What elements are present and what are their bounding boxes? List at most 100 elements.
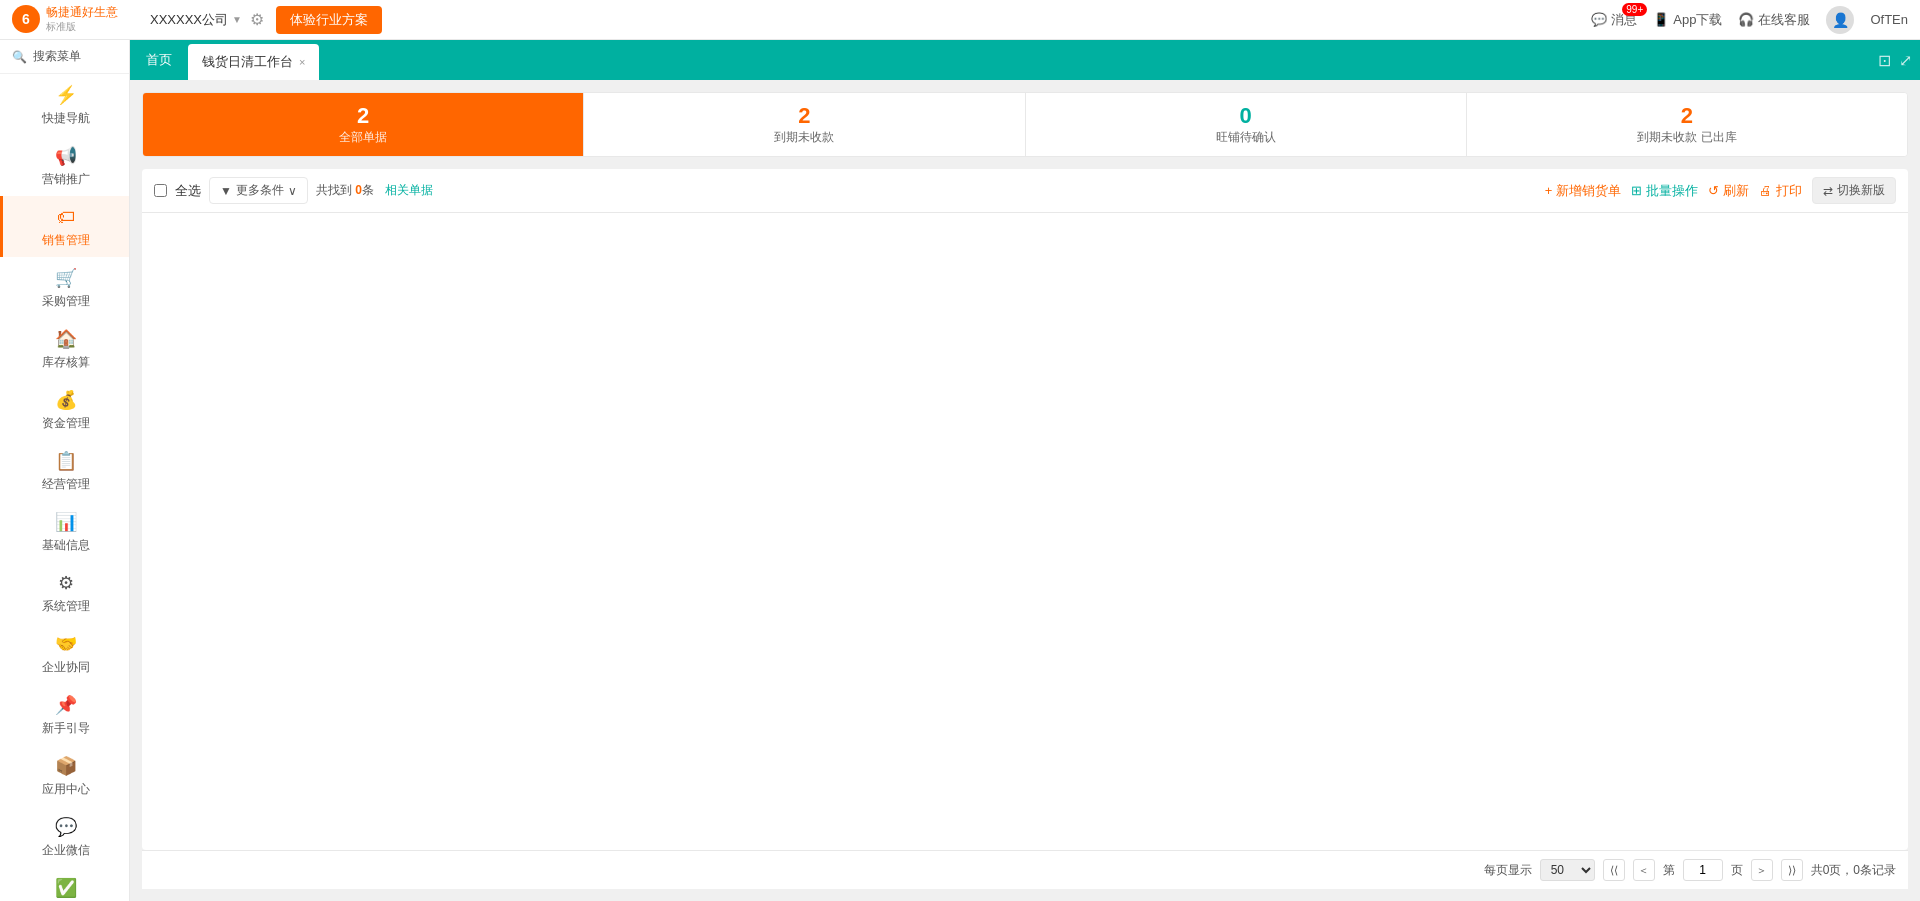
toolbar-right: + 新增销货单 ⊞ 批量操作 ↺ 刷新 🖨 打印 ⇄: [1545, 177, 1896, 204]
chevron-icon: ∨: [288, 184, 297, 198]
company-selector[interactable]: XXXXXX公司 ▼: [150, 11, 242, 29]
page-total: 共0页，0条记录: [1811, 862, 1896, 879]
stats-tabs: 2 全部单据 2 到期未收款 0 旺铺待确认 2 到期未收款 已出库: [142, 92, 1908, 157]
refresh-icon: ↺: [1708, 183, 1719, 198]
tab-close-icon[interactable]: ×: [299, 56, 305, 68]
switch-version-button[interactable]: ⇄ 切换新版: [1812, 177, 1896, 204]
username-area[interactable]: OfTEn: [1870, 12, 1908, 27]
check-icon: ✅: [55, 877, 77, 899]
select-all-checkbox[interactable]: [154, 184, 167, 197]
next-page-button[interactable]: ＞: [1751, 859, 1773, 881]
logo-texts: 畅捷通好生意 标准版: [46, 5, 118, 33]
filter-label: 更多条件: [236, 182, 284, 199]
topbar-right: 💬 消息 99+ 📱 App下载 🎧 在线客服 👤 OfTEn: [1591, 6, 1908, 34]
app-label: App下载: [1673, 11, 1722, 29]
stat-label-pending: 旺铺待确认: [1216, 129, 1276, 146]
sidebar-item-label: 库存核算: [42, 354, 90, 371]
chat-icon: 💬: [55, 816, 77, 838]
sidebar-item-app-center[interactable]: 📦 应用中心: [0, 745, 129, 806]
page-input[interactable]: [1683, 859, 1723, 881]
switch-label: 切换新版: [1837, 182, 1885, 199]
sidebar-item-finance[interactable]: 💰 资金管理: [0, 379, 129, 440]
sidebar-item-base-info[interactable]: 📊 基础信息: [0, 501, 129, 562]
last-page-button[interactable]: ⟩⟩: [1781, 859, 1803, 881]
print-button[interactable]: 🖨 打印: [1759, 182, 1802, 200]
chart-icon: 📊: [55, 511, 77, 533]
sidebar-item-member[interactable]: ✅ 畅会员: [0, 867, 129, 901]
sidebar-item-system[interactable]: ⚙ 系统管理: [0, 562, 129, 623]
stat-tab-overdue-shipped[interactable]: 2 到期未收款 已出库: [1467, 93, 1907, 156]
sidebar-item-label: 应用中心: [42, 781, 90, 798]
sidebar-item-cooperation[interactable]: 🤝 企业协同: [0, 623, 129, 684]
table-area: [142, 213, 1908, 850]
sidebar-item-label: 企业微信: [42, 842, 90, 859]
tab-home[interactable]: 首页: [130, 40, 188, 80]
chevron-down-icon: ▼: [232, 14, 242, 25]
batch-label: 批量操作: [1646, 182, 1698, 200]
sidebar-item-label: 采购管理: [42, 293, 90, 310]
found-text: 共找到 0条: [316, 182, 377, 199]
sidebar-item-marketing[interactable]: 📢 营销推广: [0, 135, 129, 196]
pagination: 每页显示 10 20 50 100 ⟨⟨ ＜ 第 页 ＞ ⟩⟩ 共0页，0条记录: [142, 850, 1908, 889]
add-sale-button[interactable]: + 新增销货单: [1545, 182, 1621, 200]
support-button[interactable]: 🎧 在线客服: [1738, 11, 1810, 29]
cart-icon: 🛒: [55, 267, 77, 289]
batch-icon: ⊞: [1631, 183, 1642, 198]
prev-page-button[interactable]: ＜: [1633, 859, 1655, 881]
sidebar-item-label: 快捷导航: [42, 110, 90, 127]
sidebar-item-label: 新手引导: [42, 720, 90, 737]
sidebar-item-quick-nav[interactable]: ⚡ 快捷导航: [0, 74, 129, 135]
company-name: XXXXXX公司: [150, 11, 228, 29]
message-badge: 99+: [1622, 3, 1647, 16]
filter-button[interactable]: ▼ 更多条件 ∨: [209, 177, 308, 204]
sidebar-item-sales[interactable]: 🏷 销售管理: [0, 196, 129, 257]
sidebar-item-label: 资金管理: [42, 415, 90, 432]
tab-label: 钱货日清工作台: [202, 53, 293, 71]
batch-button[interactable]: ⊞ 批量操作: [1631, 182, 1698, 200]
message-button[interactable]: 💬 消息 99+: [1591, 11, 1637, 29]
filter-icon: ▼: [220, 184, 232, 198]
per-page-label: 每页显示: [1484, 862, 1532, 879]
handshake-icon: 🤝: [55, 633, 77, 655]
tab-active[interactable]: 钱货日清工作台 ×: [188, 44, 319, 80]
print-icon: 🖨: [1759, 183, 1772, 198]
pin-icon: 📌: [55, 694, 77, 716]
sidebar-item-label: 销售管理: [42, 232, 90, 249]
stat-tab-all[interactable]: 2 全部单据: [143, 93, 584, 156]
sidebar-item-label: 系统管理: [42, 598, 90, 615]
switch-icon: ⇄: [1823, 184, 1833, 198]
stat-label-all: 全部单据: [339, 129, 387, 146]
stat-tab-overdue[interactable]: 2 到期未收款: [584, 93, 1025, 156]
headset-icon: 🎧: [1738, 12, 1754, 27]
search-menu[interactable]: 🔍 搜索菜单: [0, 40, 129, 74]
sidebar-item-purchase[interactable]: 🛒 采购管理: [0, 257, 129, 318]
logo-text: 畅捷通好生意: [46, 5, 118, 19]
tag-icon: 🏷: [55, 206, 77, 228]
app-download-button[interactable]: 📱 App下载: [1653, 11, 1722, 29]
search-icon: 🔍: [12, 50, 27, 64]
support-label: 在线客服: [1758, 11, 1810, 29]
lightning-icon: ⚡: [55, 84, 77, 106]
sidebar-item-wechat[interactable]: 💬 企业微信: [0, 806, 129, 867]
refresh-button[interactable]: ↺ 刷新: [1708, 182, 1749, 200]
sidebar-item-guide[interactable]: 📌 新手引导: [0, 684, 129, 745]
trial-button[interactable]: 体验行业方案: [276, 6, 382, 34]
sidebar-item-operation[interactable]: 📋 经营管理: [0, 440, 129, 501]
stat-tab-pending[interactable]: 0 旺铺待确认: [1026, 93, 1467, 156]
stat-num-all: 2: [357, 103, 369, 129]
maximize-icon[interactable]: ⤢: [1899, 51, 1912, 70]
sidebar-item-inventory[interactable]: 🏠 库存核算: [0, 318, 129, 379]
minimize-icon[interactable]: ⊡: [1878, 51, 1891, 70]
page-label: 第: [1663, 862, 1675, 879]
settings-icon[interactable]: ⚙: [250, 10, 264, 29]
logo-icon: 6: [12, 5, 40, 33]
sidebar-item-label: 营销推广: [42, 171, 90, 188]
avatar-icon: 👤: [1832, 12, 1849, 28]
stat-label-overdue-shipped: 到期未收款 已出库: [1637, 129, 1736, 146]
sidebar-item-label: 企业协同: [42, 659, 90, 676]
first-page-button[interactable]: ⟨⟨: [1603, 859, 1625, 881]
app-icon: 📱: [1653, 12, 1669, 27]
per-page-select[interactable]: 10 20 50 100: [1540, 859, 1595, 881]
related-link[interactable]: 相关单据: [385, 182, 433, 199]
avatar[interactable]: 👤: [1826, 6, 1854, 34]
